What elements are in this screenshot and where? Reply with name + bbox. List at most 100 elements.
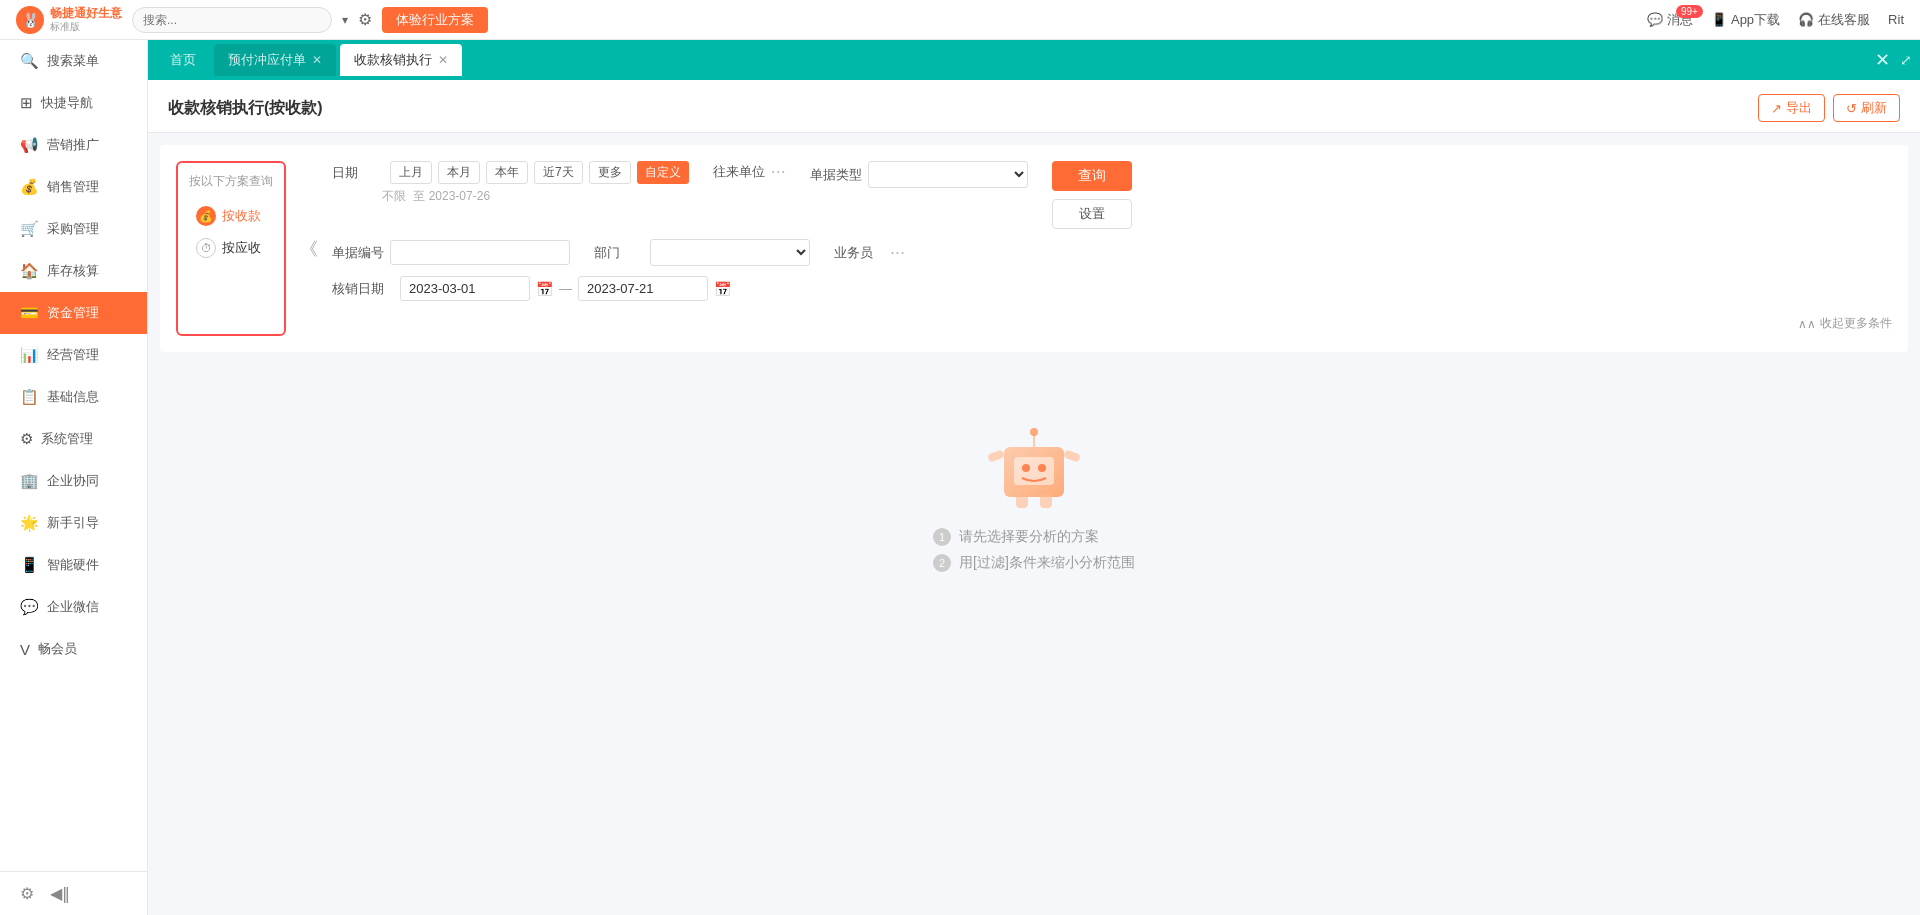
sidebar-label: 搜索菜单 [47,52,99,70]
tab-bar: 首页 预付冲应付单 ✕ 收款核销执行 ✕ ✕ ⤢ [148,40,1920,80]
sidebar-item-hardware[interactable]: 📱 智能硬件 [0,544,147,586]
sidebar-settings-icon[interactable]: ⚙ [20,884,34,903]
filter-row-1: 日期 上月 本月 本年 近7天 更多 自定义 [332,161,1892,229]
query-button[interactable]: 查询 [1052,161,1132,191]
refresh-button[interactable]: ↺ 刷新 [1833,94,1900,122]
sidebar-item-member[interactable]: V 畅会员 [0,628,147,670]
solution-button[interactable]: 体验行业方案 [382,7,488,33]
member-icon: V [20,641,30,658]
sidebar-item-sales[interactable]: 💰 销售管理 [0,166,147,208]
doctype-select[interactable] [868,161,1028,188]
sidebar-item-wechat[interactable]: 💬 企业微信 [0,586,147,628]
sidebar-collapse-icon[interactable]: ◀‖ [50,884,70,903]
tab-prepay-close[interactable]: ✕ [312,53,322,67]
verify-date-start-cal[interactable]: 📅 [536,281,553,297]
docno-input[interactable] [390,240,570,265]
filter-row-2: 单据编号 部门 业务员 ··· [332,239,1892,266]
filter-option-by-receivable[interactable]: ⏱ 按应收 [186,232,276,264]
page-actions: ↗ 导出 ↺ 刷新 [1758,94,1900,122]
sidebar-item-marketing[interactable]: 📢 营销推广 [0,124,147,166]
svg-rect-7 [1040,494,1052,508]
tab-collect[interactable]: 收款核销执行 ✕ [340,44,462,76]
sidebar-item-operation[interactable]: 📊 经营管理 [0,334,147,376]
empty-hint-1: 1 请先选择要分析的方案 [933,528,1135,546]
date-btn-last-month[interactable]: 上月 [390,161,432,184]
collapse-bar: ∧∧ 收起更多条件 [332,311,1892,336]
filter-main: 日期 上月 本月 本年 近7天 更多 自定义 [332,161,1892,336]
dept-select[interactable] [650,239,810,266]
verify-date-end-cal[interactable]: 📅 [714,281,731,297]
sidebar-label: 新手引导 [47,514,99,532]
sidebar-label: 资金管理 [47,304,99,322]
page-header: 收款核销执行(按收款) ↗ 导出 ↺ 刷新 [148,80,1920,133]
date-btn-custom[interactable]: 自定义 [637,161,689,184]
date-btn-more[interactable]: 更多 [589,161,631,184]
counterparty-filter: 往来单位 ··· [713,161,786,182]
topbar-right: 💬 消息 99+ 📱 App下载 🎧 在线客服 Rit [1647,11,1904,29]
counterparty-dots[interactable]: ··· [771,161,786,182]
tab-close-all-icon[interactable]: ✕ [1875,49,1890,71]
tab-home[interactable]: 首页 [156,44,210,76]
sidebar-label: 企业微信 [47,598,99,616]
inventory-icon: 🏠 [20,262,39,280]
sidebar-item-enterprise[interactable]: 🏢 企业协同 [0,460,147,502]
tab-collect-close[interactable]: ✕ [438,53,448,67]
date-no-limit: 不限 [382,189,406,203]
content-area: 首页 预付冲应付单 ✕ 收款核销执行 ✕ ✕ ⤢ 收款核销执行(按收款) [148,40,1920,915]
filter-option-by-receipt[interactable]: 💰 按收款 [186,200,276,232]
sales-icon: 💰 [20,178,39,196]
brand-name: 畅捷通好生意 [50,6,122,20]
sidebar-bottom: ⚙ ◀‖ [0,871,147,915]
sidebar-item-nav[interactable]: ⊞ 快捷导航 [0,82,147,124]
chevron-up-icon: ∧∧ [1798,317,1816,331]
receipt-option-icon: 💰 [196,206,216,226]
sidebar-item-finance[interactable]: 💳 资金管理 [0,292,147,334]
date-btn-this-year[interactable]: 本年 [486,161,528,184]
user-profile[interactable]: Rit [1888,12,1904,27]
user-name: Rit [1888,12,1904,27]
sidebar-item-basic[interactable]: 📋 基础信息 [0,376,147,418]
sidebar-item-system[interactable]: ⚙ 系统管理 [0,418,147,460]
operation-icon: 📊 [20,346,39,364]
settings-button[interactable]: 设置 [1052,199,1132,229]
dept-label: 部门 [594,244,644,262]
tab-expand-icon[interactable]: ⤢ [1900,52,1912,68]
verify-date-start[interactable] [400,276,530,301]
date-label: 日期 [332,164,382,182]
online-service-button[interactable]: 🎧 在线客服 [1798,11,1870,29]
empty-illustration [974,412,1094,512]
sidebar-label: 系统管理 [41,430,93,448]
action-btns: 查询 设置 [1052,161,1132,229]
tab-prepay-label: 预付冲应付单 [228,51,306,69]
svg-point-2 [1022,464,1030,472]
date-btn-this-month[interactable]: 本月 [438,161,480,184]
sidebar-label: 采购管理 [47,220,99,238]
search-input[interactable] [132,7,332,33]
hardware-icon: 📱 [20,556,39,574]
receivable-option-label: 按应收 [222,239,261,257]
enterprise-icon: 🏢 [20,472,39,490]
date-btn-7days[interactable]: 近7天 [534,161,583,184]
filter-collapse-button[interactable]: 《 [296,161,322,336]
sidebar-item-purchase[interactable]: 🛒 采购管理 [0,208,147,250]
sidebar-label: 库存核算 [47,262,99,280]
export-button[interactable]: ↗ 导出 [1758,94,1825,122]
sidebar-item-inventory[interactable]: 🏠 库存核算 [0,250,147,292]
dept-filter: 部门 [594,239,810,266]
gear-icon[interactable]: ⚙ [358,10,372,29]
message-button[interactable]: 💬 消息 99+ [1647,11,1693,29]
filter-sidebar-title: 按以下方案查询 [186,173,276,190]
collapse-more-button[interactable]: ∧∧ 收起更多条件 [1798,315,1892,332]
verify-date-end[interactable] [578,276,708,301]
search-dropdown[interactable]: ▾ [342,13,348,27]
tab-prepay[interactable]: 预付冲应付单 ✕ [214,44,336,76]
sidebar-item-guide[interactable]: 🌟 新手引导 [0,502,147,544]
staff-filter: 业务员 ··· [834,242,905,263]
sidebar-label: 营销推广 [47,136,99,154]
app-download-button[interactable]: 📱 App下载 [1711,11,1780,29]
sidebar-item-search[interactable]: 🔍 搜索菜单 [0,40,147,82]
staff-dots[interactable]: ··· [890,242,905,263]
finance-icon: 💳 [20,304,39,322]
doctype-label: 单据类型 [810,166,862,184]
system-icon: ⚙ [20,430,33,448]
